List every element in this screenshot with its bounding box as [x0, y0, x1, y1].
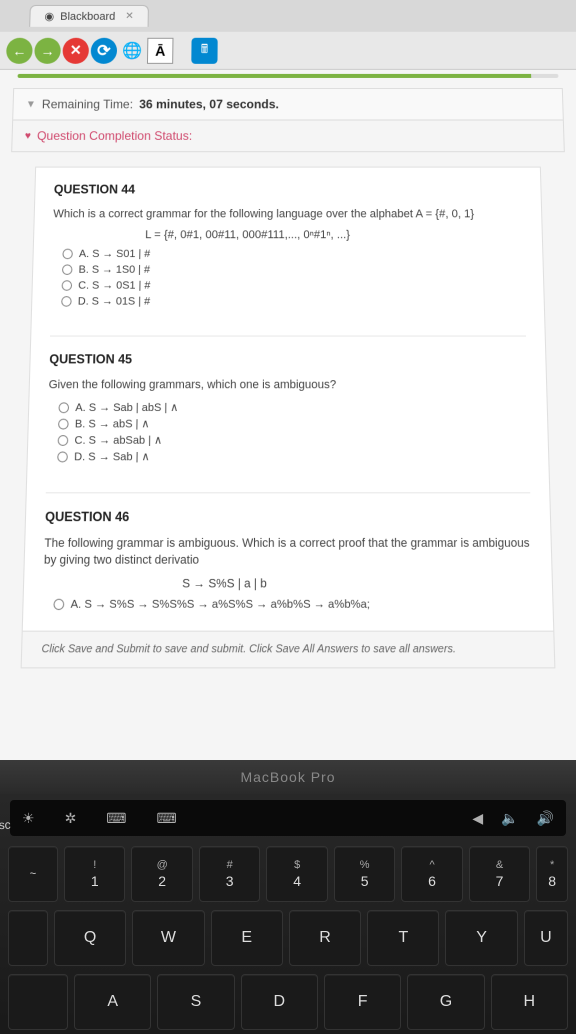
- radio-icon[interactable]: [61, 297, 72, 308]
- grammar-rule: S → S%S | a | b: [182, 577, 533, 591]
- key-3[interactable]: #3: [199, 846, 260, 902]
- option-a[interactable]: A. S → Sab | abS | ∧: [58, 401, 528, 414]
- key-1[interactable]: !1: [64, 846, 125, 902]
- option-a[interactable]: A. S → S%S → S%S%S → a%S%S → a%b%S → a%b…: [53, 597, 533, 611]
- question-prompt: Given the following grammars, which one …: [48, 378, 527, 395]
- volume-up-icon[interactable]: 🔊: [537, 810, 554, 827]
- calculator-icon[interactable]: 🖩: [191, 37, 217, 63]
- language-definition: L = {#, 0#1, 00#11, 000#111,..., 0ⁿ#1ⁿ, …: [145, 229, 523, 242]
- key-y[interactable]: Y: [445, 910, 517, 966]
- keyboard-light-icon[interactable]: ⌨: [157, 810, 177, 827]
- key-2[interactable]: @2: [131, 846, 192, 902]
- tab-key[interactable]: [8, 910, 48, 966]
- key-6[interactable]: ^6: [401, 846, 462, 902]
- option-a[interactable]: A. S → S01 | #: [62, 248, 524, 261]
- mute-icon[interactable]: ◀: [472, 810, 483, 827]
- tab-blackboard[interactable]: ◉ Blackboard ✕: [29, 5, 149, 27]
- radio-icon[interactable]: [57, 451, 68, 462]
- volume-down-icon[interactable]: 🔈: [501, 810, 518, 827]
- close-icon[interactable]: ✕: [125, 11, 134, 22]
- radio-icon[interactable]: [58, 402, 69, 413]
- key-q[interactable]: Q: [54, 910, 126, 966]
- reload-button[interactable]: ⟳: [91, 37, 118, 63]
- key-h[interactable]: H: [491, 974, 568, 1030]
- footer-instructions: Click Save and Submit to save and submit…: [21, 631, 556, 668]
- question-prompt: Which is a correct grammar for the follo…: [53, 207, 523, 223]
- tilde-key[interactable]: ~: [8, 846, 58, 902]
- question-completion-status[interactable]: ♥ Question Completion Status:: [11, 121, 565, 153]
- question-46: QUESTION 46 The following grammar is amb…: [43, 492, 534, 611]
- option-d[interactable]: D. S → Sab | ∧: [57, 450, 529, 463]
- qwerty-row: Q W E R T Y U: [0, 906, 576, 970]
- forward-button[interactable]: →: [34, 37, 61, 63]
- key-e[interactable]: E: [211, 910, 283, 966]
- browser-tab-bar: ◉ Blackboard ✕: [0, 0, 576, 32]
- progress-bar: [18, 74, 559, 78]
- timer-value: 36 minutes, 07 seconds.: [139, 97, 279, 111]
- laptop-body: MacBook Pro ☀ ✲ ⌨ ⌨ ◀ 🔈 🔊 ~ !1 @2 #3 $4 …: [0, 760, 576, 1024]
- question-title: QUESTION 46: [45, 509, 531, 525]
- heart-icon: ♥: [25, 130, 31, 141]
- timer-label: Remaining Time:: [42, 97, 133, 111]
- radio-icon[interactable]: [62, 249, 73, 260]
- number-row: ~ !1 @2 #3 $4 %5 ^6 &7 *8: [0, 842, 576, 906]
- key-w[interactable]: W: [132, 910, 204, 966]
- key-d[interactable]: D: [241, 974, 318, 1030]
- key-8[interactable]: *8: [536, 846, 568, 902]
- option-c[interactable]: C. S → abSab | ∧: [58, 434, 529, 447]
- option-d[interactable]: D. S → 01S | #: [61, 295, 525, 308]
- timer-bar: ▼ Remaining Time: 36 minutes, 07 seconds…: [12, 88, 564, 120]
- option-b[interactable]: B. S → abS | ∧: [58, 417, 529, 430]
- caps-key[interactable]: [8, 974, 68, 1030]
- esc-key-label: esc: [0, 818, 11, 833]
- radio-icon[interactable]: [58, 435, 69, 446]
- screen-area: ◉ Blackboard ✕ ← → ✕ ⟳ 🌐 Ā 🖩 ▼ Remaining…: [0, 0, 576, 825]
- font-button[interactable]: Ā: [147, 37, 174, 63]
- asdf-row: A S D F G H: [0, 970, 576, 1034]
- question-44: QUESTION 44 Which is a correct grammar f…: [51, 182, 526, 308]
- laptop-brand: MacBook Pro: [0, 760, 576, 794]
- question-45: QUESTION 45 Given the following grammars…: [47, 336, 530, 463]
- radio-icon[interactable]: [53, 598, 64, 609]
- question-title: QUESTION 45: [49, 352, 527, 367]
- key-7[interactable]: &7: [469, 846, 530, 902]
- key-s[interactable]: S: [157, 974, 234, 1030]
- radio-icon[interactable]: [62, 265, 73, 276]
- radio-icon[interactable]: [62, 281, 73, 292]
- brightness-down-icon[interactable]: ☀: [22, 810, 35, 827]
- back-button[interactable]: ←: [6, 37, 33, 63]
- qcs-label: Question Completion Status:: [37, 129, 192, 143]
- question-prompt: The following grammar is ambiguous. Whic…: [44, 535, 533, 570]
- keyboard-light-icon[interactable]: ⌨: [106, 810, 126, 827]
- option-c[interactable]: C. S → 0S1 | #: [62, 280, 525, 293]
- browser-toolbar: ← → ✕ ⟳ 🌐 Ā 🖩: [0, 32, 576, 70]
- globe-icon: ◉: [44, 10, 54, 23]
- key-r[interactable]: R: [289, 910, 361, 966]
- key-u[interactable]: U: [524, 910, 568, 966]
- touchbar: ☀ ✲ ⌨ ⌨ ◀ 🔈 🔊: [10, 800, 566, 836]
- caret-down-icon[interactable]: ▼: [26, 99, 36, 110]
- key-5[interactable]: %5: [334, 846, 395, 902]
- radio-icon[interactable]: [58, 418, 69, 429]
- option-b[interactable]: B. S → 1S0 | #: [62, 264, 525, 277]
- question-title: QUESTION 44: [54, 182, 523, 196]
- key-4[interactable]: $4: [266, 846, 327, 902]
- key-t[interactable]: T: [367, 910, 439, 966]
- stop-button[interactable]: ✕: [62, 37, 89, 63]
- question-content: QUESTION 44 Which is a correct grammar f…: [22, 167, 555, 632]
- key-g[interactable]: G: [407, 974, 484, 1030]
- key-f[interactable]: F: [324, 974, 401, 1030]
- brightness-up-icon[interactable]: ✲: [65, 810, 77, 827]
- tab-title: Blackboard: [60, 10, 115, 22]
- home-button[interactable]: 🌐: [119, 37, 146, 63]
- key-a[interactable]: A: [74, 974, 151, 1030]
